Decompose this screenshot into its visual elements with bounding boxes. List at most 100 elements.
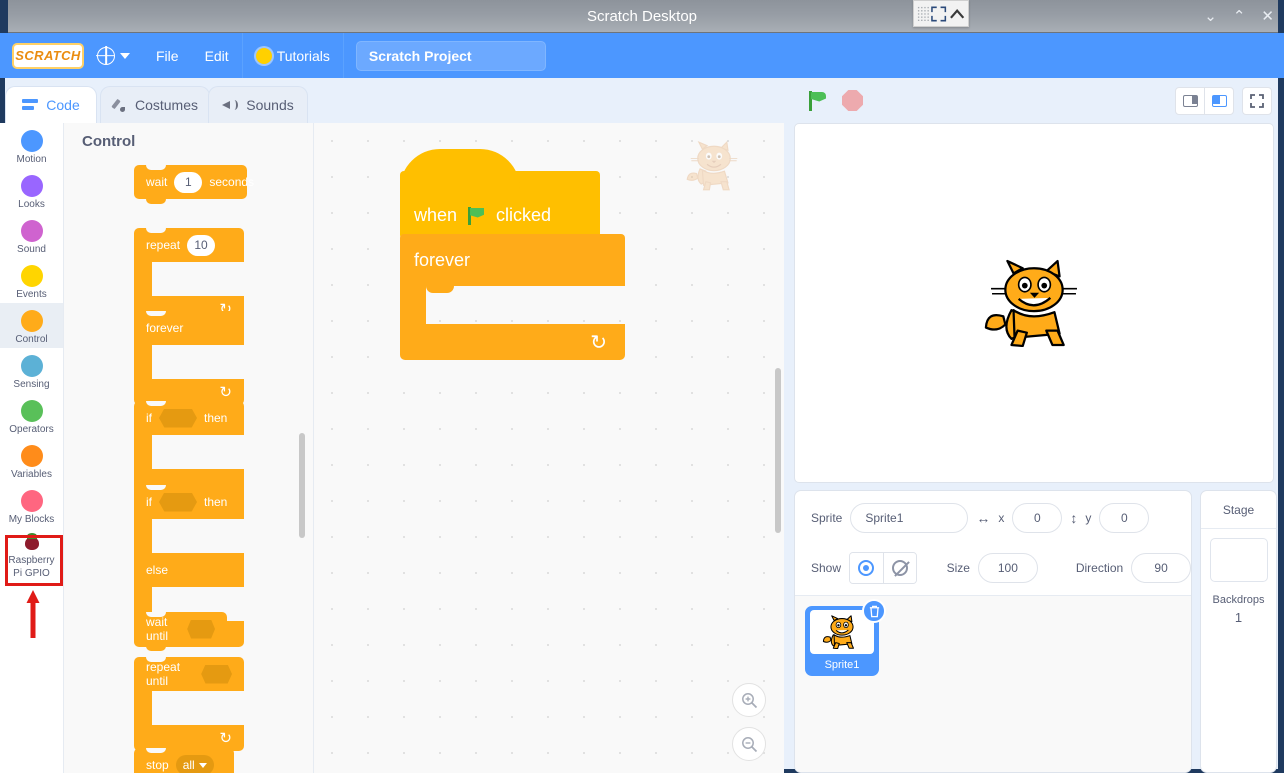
palette-scrollbar-thumb[interactable]: [299, 433, 305, 538]
sidebar-item-variables[interactable]: Variables: [0, 438, 63, 483]
y-position-input[interactable]: 0: [1099, 503, 1150, 533]
close-button[interactable]: ✕: [1261, 9, 1274, 24]
code-workspace[interactable]: when clicked forever ↻: [314, 123, 784, 773]
sprite-thumbnail-cat: [822, 615, 854, 649]
file-menu[interactable]: File: [143, 33, 192, 78]
forever-mouth[interactable]: [400, 286, 625, 324]
visibility-toggle-group: [849, 552, 917, 584]
show-sprite-button[interactable]: [850, 553, 883, 583]
sidebar-item-events[interactable]: Events: [0, 258, 63, 303]
small-stage-button[interactable]: [1175, 86, 1205, 115]
y-label: y: [1085, 511, 1092, 525]
palette-block-stop[interactable]: stop all: [134, 748, 234, 773]
block-category-list: Motion Looks Sound Events Control Sensin…: [0, 123, 64, 773]
sidebar-item-control[interactable]: Control: [0, 303, 63, 348]
forever-inner-notch: [426, 286, 454, 293]
green-flag-icon: [467, 206, 486, 225]
palette-block-if-then[interactable]: if then: [134, 401, 244, 495]
loop-arrow-icon: ↻: [590, 331, 607, 354]
eye-visible-icon: [858, 560, 875, 576]
stage-selector-panel[interactable]: Stage Backdrops 1: [1200, 490, 1277, 773]
delete-sprite-button[interactable]: [862, 599, 886, 623]
zoom-out-button[interactable]: [732, 727, 766, 761]
boolean-slot[interactable]: [159, 408, 197, 428]
stage[interactable]: [794, 123, 1274, 483]
dropdown-value: all: [182, 758, 195, 772]
speaker-icon: [222, 98, 239, 112]
hide-sprite-button[interactable]: [882, 553, 916, 583]
sidebar-item-looks[interactable]: Looks: [0, 168, 63, 213]
size-label: Size: [946, 561, 970, 575]
boolean-slot[interactable]: [159, 492, 197, 512]
direction-input[interactable]: 90: [1131, 553, 1191, 583]
sidebar-item-motion[interactable]: Motion: [0, 123, 63, 168]
block-forever[interactable]: forever ↻: [400, 234, 625, 360]
clicked-label: clicked: [496, 205, 552, 225]
palette-block-wait[interactable]: wait 1 seconds: [134, 165, 254, 204]
palette-block-forever[interactable]: forever ↻: [134, 311, 244, 405]
language-menu[interactable]: [84, 33, 143, 78]
sidebar-item-operators[interactable]: Operators: [0, 393, 63, 438]
workspace-scrollbar-thumb[interactable]: [775, 368, 781, 533]
tab-costumes[interactable]: Costumes: [100, 86, 210, 123]
palette-block-repeat[interactable]: repeat 10 ↻: [134, 228, 244, 322]
maximize-button[interactable]: ⌃: [1233, 9, 1246, 24]
sprite-info-row-2: Show Size 100 Direction 90: [795, 545, 1191, 591]
hat-block-text: when clicked: [414, 205, 551, 226]
operators-color-dot: [20, 400, 43, 422]
list-item[interactable]: Sprite1: [805, 599, 886, 676]
backdrop-thumbnail[interactable]: [1209, 538, 1268, 582]
fullscreen-button[interactable]: [1242, 86, 1272, 115]
block-dropdown[interactable]: all: [175, 755, 214, 773]
project-title-input[interactable]: [355, 40, 546, 71]
block-c-arm: [134, 519, 152, 553]
zoom-in-button[interactable]: [732, 683, 766, 717]
scratch-cat-watermark-icon: [686, 141, 738, 191]
sidebar-item-sensing[interactable]: Sensing: [0, 348, 63, 393]
boolean-slot[interactable]: [201, 664, 232, 684]
floating-window-toolbar[interactable]: [913, 0, 969, 27]
tab-code[interactable]: Code: [5, 86, 97, 123]
category-label: Control: [15, 334, 48, 345]
forever-label: forever: [400, 234, 625, 286]
stage-sprite-cat[interactable]: [982, 259, 1087, 347]
block-c-arm: [134, 691, 152, 725]
sprite-name-input[interactable]: Sprite1: [850, 503, 969, 533]
block-when-flag-clicked[interactable]: when clicked: [400, 149, 600, 239]
block-text: stop: [146, 758, 169, 772]
edit-menu[interactable]: Edit: [192, 33, 242, 78]
os-title-bar: Scratch Desktop ⌄ ⌃ ✕: [0, 0, 1284, 33]
block-input-oval[interactable]: 10: [187, 234, 216, 256]
dot-grid-handle-icon[interactable]: [917, 6, 930, 21]
block-notch: [146, 612, 166, 617]
tab-sounds[interactable]: Sounds: [208, 86, 308, 123]
x-label: x: [998, 511, 1005, 525]
minimize-button[interactable]: ⌄: [1204, 9, 1217, 24]
boolean-slot[interactable]: [187, 619, 215, 639]
palette-block-wait-until[interactable]: wait until: [134, 612, 227, 651]
chevron-up-icon[interactable]: [949, 6, 965, 22]
block-text: then: [204, 495, 228, 509]
block-palette[interactable]: Control wait 1 seconds repeat 10 ↻ forev…: [64, 123, 314, 773]
sidebar-item-sound[interactable]: Sound: [0, 213, 63, 258]
control-color-dot: [20, 310, 43, 332]
lightbulb-icon: [255, 47, 272, 64]
script-stack[interactable]: when clicked forever ↻: [400, 149, 625, 360]
window-title: Scratch Desktop: [586, 8, 698, 25]
large-stage-button[interactable]: [1204, 86, 1234, 115]
category-label: Operators: [9, 424, 54, 435]
block-notch: [146, 401, 166, 406]
block-input-oval[interactable]: 1: [174, 171, 203, 193]
scratch-logo[interactable]: SCRATCH: [12, 42, 84, 69]
stop-sign-icon[interactable]: [842, 90, 863, 111]
expand-arrows-icon[interactable]: [931, 6, 947, 22]
palette-block-repeat-until[interactable]: repeat until ↻: [134, 657, 244, 751]
sidebar-item-raspberry-pi-gpio[interactable]: Raspberry Pi GPIO: [0, 528, 63, 580]
tutorials-menu[interactable]: Tutorials: [243, 33, 343, 78]
code-icon: [22, 99, 39, 111]
x-position-input[interactable]: 0: [1012, 503, 1063, 533]
sidebar-item-my-blocks[interactable]: My Blocks: [0, 483, 63, 528]
green-flag-icon[interactable]: [807, 90, 829, 111]
category-label: Sound: [17, 244, 46, 255]
size-input[interactable]: 100: [977, 553, 1038, 583]
